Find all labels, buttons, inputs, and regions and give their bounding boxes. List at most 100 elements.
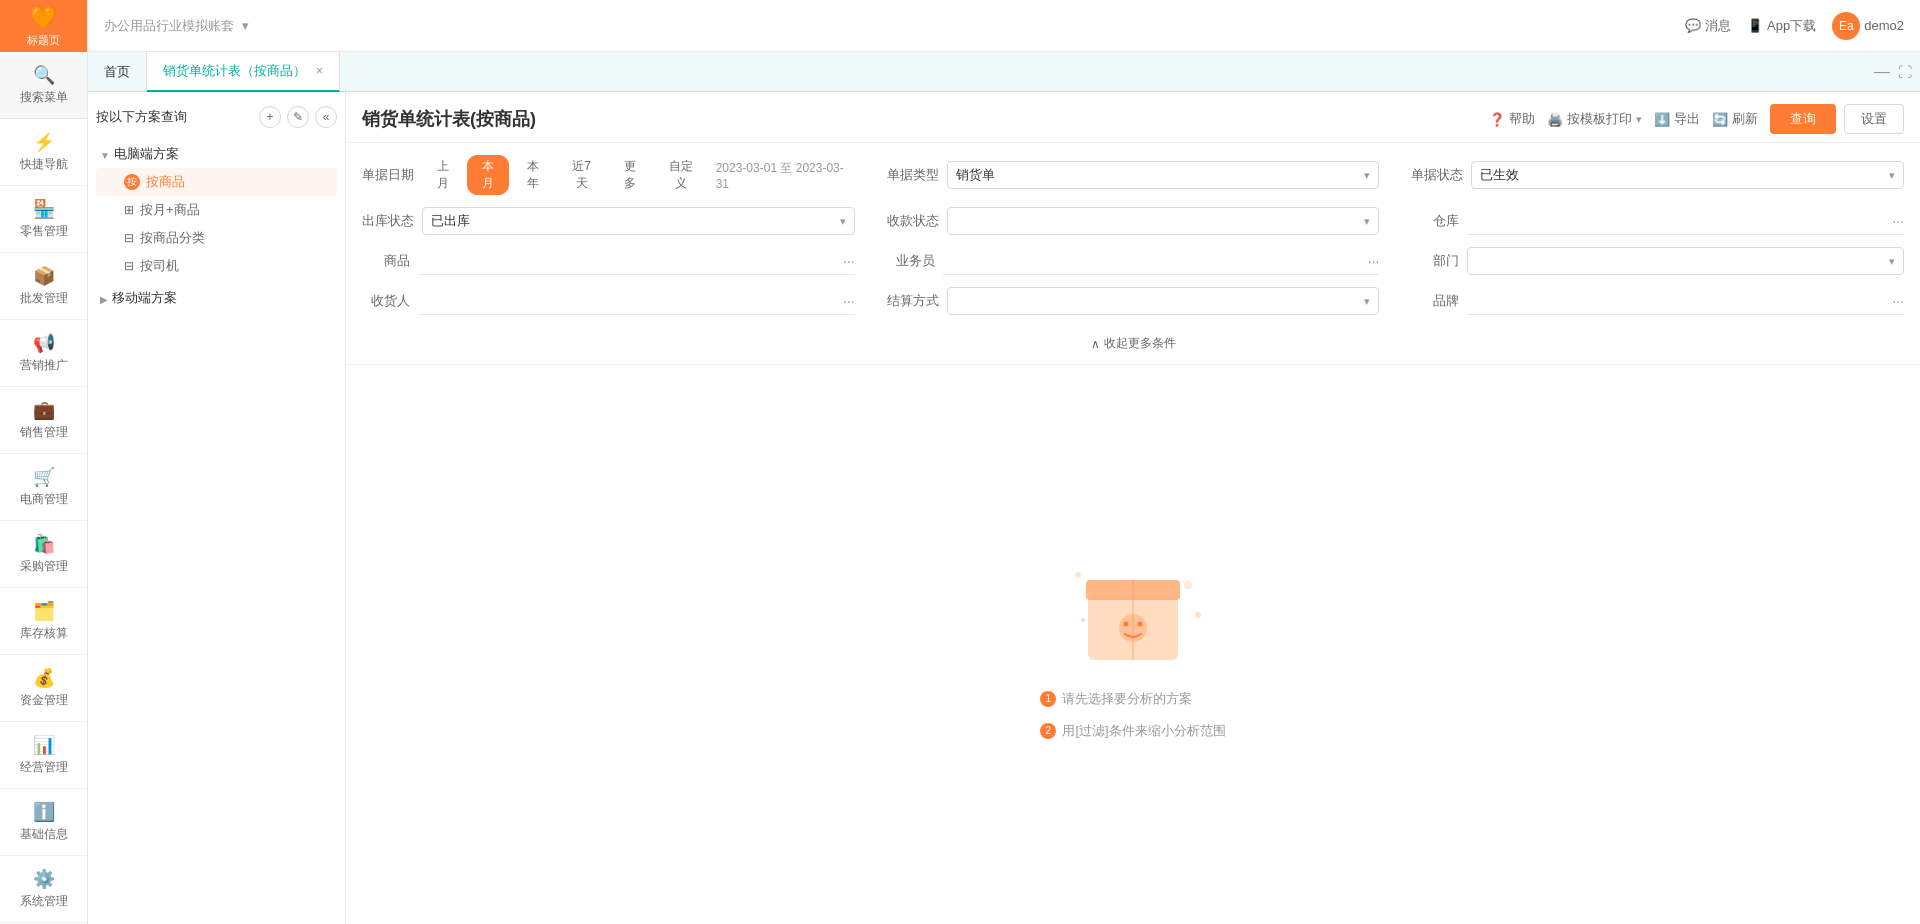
tab-home-label: 首页 xyxy=(104,63,130,81)
date-btns: 上月 本月 本年 近7天 更多 自定义 xyxy=(422,155,708,195)
right-panel: 销货单统计表(按商品) ❓ 帮助 🖨️ 按模板打印 ▾ ⬇️ 导出 xyxy=(346,92,1920,924)
warehouse-control[interactable]: ··· xyxy=(1467,207,1904,235)
left-panel-actions: + ✎ « xyxy=(259,106,337,128)
help-btn[interactable]: ❓ 帮助 xyxy=(1489,110,1535,128)
collapse-panel-btn[interactable]: « xyxy=(315,106,337,128)
page-header: 销货单统计表(按商品) ❓ 帮助 🖨️ 按模板打印 ▾ ⬇️ 导出 xyxy=(346,92,1920,143)
date-btn-7days[interactable]: 近7天 xyxy=(558,155,606,195)
user-avatar: Ea xyxy=(1832,12,1860,40)
sidebar-item-search[interactable]: 🔍 搜索菜单 xyxy=(0,52,87,119)
sidebar-item-system[interactable]: ⚙️ 系统管理 xyxy=(0,856,87,923)
department-control[interactable]: ▾ xyxy=(1467,247,1904,275)
warehouse-status-value: 已出库 xyxy=(431,212,836,230)
date-btn-thisyear[interactable]: 本年 xyxy=(513,155,554,195)
payment-status-arrow: ▾ xyxy=(1364,215,1370,228)
empty-text-line2: 2 用[过滤]条件来缩小分析范围 xyxy=(1040,718,1225,744)
window-minimize-btn[interactable]: — xyxy=(1874,63,1890,81)
export-btn[interactable]: ⬇️ 导出 xyxy=(1654,110,1700,128)
svg-point-8 xyxy=(1081,618,1085,622)
doc-type-control[interactable]: 销货单 ▾ xyxy=(947,161,1380,189)
filter-row-2: 出库状态 已出库 ▾ 收款状态 ▾ xyxy=(362,207,1904,235)
date-btn-lastmonth[interactable]: 上月 xyxy=(422,155,463,195)
payment-status-control[interactable]: ▾ xyxy=(947,207,1380,235)
sidebar-item-retail[interactable]: 🏪 零售管理 xyxy=(0,186,87,253)
doc-status-control[interactable]: 已生效 ▾ xyxy=(1471,161,1904,189)
query-btn[interactable]: 查询 xyxy=(1770,104,1836,134)
scheme-group-mobile-header[interactable]: 移动端方案 xyxy=(96,284,337,312)
tab-home[interactable]: 首页 xyxy=(88,52,147,92)
logo-area: 🧡 标题页 xyxy=(0,0,87,52)
filter-payment-status: 收款状态 ▾ xyxy=(887,207,1380,235)
add-scheme-btn[interactable]: + xyxy=(259,106,281,128)
tab-close-btn[interactable]: × xyxy=(316,64,323,78)
sidebar-item-operations[interactable]: 📊 经营管理 xyxy=(0,722,87,789)
tab-sales-stats[interactable]: 销货单统计表（按商品） × xyxy=(147,52,340,92)
message-btn[interactable]: 💬 消息 xyxy=(1685,17,1731,35)
top-header: 办公用品行业模拟账套 ▾ 💬 消息 📱 App下载 Ea demo2 xyxy=(88,0,1920,52)
sidebar-inventory-label: 库存核算 xyxy=(20,625,68,642)
sidebar-item-sales[interactable]: 💼 销售管理 xyxy=(0,387,87,454)
app-download-btn[interactable]: 📱 App下载 xyxy=(1747,17,1816,35)
refresh-btn[interactable]: 🔄 刷新 xyxy=(1712,110,1758,128)
brand-control[interactable]: ··· xyxy=(1467,287,1904,315)
message-label: 消息 xyxy=(1705,17,1731,35)
department-label: 部门 xyxy=(1411,252,1467,270)
left-panel: 按以下方案查询 + ✎ « 电脑端方案 xyxy=(88,92,346,924)
header-dropdown-arrow[interactable]: ▾ xyxy=(242,18,249,33)
print-dropdown-arrow[interactable]: ▾ xyxy=(1636,113,1642,126)
scheme-group-mobile: 移动端方案 xyxy=(96,284,337,312)
scheme-item-by-goods[interactable]: 按 按商品 xyxy=(96,168,337,196)
filter-brand: 品牌 ··· xyxy=(1411,287,1904,315)
empty-line2: 用[过滤]条件来缩小分析范围 xyxy=(1062,718,1225,744)
consignee-control[interactable]: ··· xyxy=(418,287,855,315)
scheme-item-by-category[interactable]: ⊟ 按商品分类 xyxy=(96,224,337,252)
consignee-dots[interactable]: ··· xyxy=(843,293,855,309)
empty-text: 1 请先选择要分析的方案 2 用[过滤]条件来缩小分析范围 xyxy=(1040,686,1225,750)
settlement-control[interactable]: ▾ xyxy=(947,287,1380,315)
sidebar-item-inventory[interactable]: 🗂️ 库存核算 xyxy=(0,588,87,655)
sidebar-item-marketing[interactable]: 📢 营销推广 xyxy=(0,320,87,387)
group-expand-icon xyxy=(100,147,110,162)
brand-dots[interactable]: ··· xyxy=(1892,293,1904,309)
tab-bar: 首页 销货单统计表（按商品） × — ⛶ xyxy=(88,52,1920,92)
ecommerce-icon: 🛒 xyxy=(33,466,55,488)
basic-icon: ℹ️ xyxy=(33,801,55,823)
filter-department: 部门 ▾ xyxy=(1411,247,1904,275)
warehouse-dots[interactable]: ··· xyxy=(1892,213,1904,229)
window-maximize-btn[interactable]: ⛶ xyxy=(1898,64,1912,80)
filter-row-4: 收货人 ··· 结算方式 ▾ xyxy=(362,287,1904,315)
goods-dots[interactable]: ··· xyxy=(843,253,855,269)
filter-goods: 商品 ··· xyxy=(362,247,855,275)
search-icon: 🔍 xyxy=(33,64,55,86)
user-area[interactable]: Ea demo2 xyxy=(1832,12,1904,40)
sidebar-item-purchase[interactable]: 🛍️ 采购管理 xyxy=(0,521,87,588)
app-title: 办公用品行业模拟账套 xyxy=(104,17,234,35)
scheme-item-by-month-label: 按月+商品 xyxy=(140,201,200,219)
scheme-item-by-month-icon: ⊞ xyxy=(124,203,134,217)
warehouse-status-control[interactable]: 已出库 ▾ xyxy=(422,207,855,235)
sidebar-item-wholesale[interactable]: 📦 批发管理 xyxy=(0,253,87,320)
doc-status-value: 已生效 xyxy=(1480,166,1885,184)
collapse-more-btn[interactable]: ∧ 收起更多条件 xyxy=(1091,335,1176,352)
date-btn-more[interactable]: 更多 xyxy=(610,155,651,195)
settings-btn[interactable]: 设置 xyxy=(1844,104,1904,134)
doc-type-value: 销货单 xyxy=(956,166,1361,184)
filter-row-3: 商品 ··· 业务员 ··· xyxy=(362,247,1904,275)
scheme-group-pc-header[interactable]: 电脑端方案 xyxy=(96,140,337,168)
scheme-item-by-month-goods[interactable]: ⊞ 按月+商品 xyxy=(96,196,337,224)
salesperson-control[interactable]: ··· xyxy=(943,247,1380,275)
date-btn-custom[interactable]: 自定义 xyxy=(655,155,708,195)
edit-scheme-btn[interactable]: ✎ xyxy=(287,106,309,128)
scheme-item-by-cashier[interactable]: ⊟ 按司机 xyxy=(96,252,337,280)
sidebar-item-quicknav[interactable]: ⚡ 快捷导航 xyxy=(0,119,87,186)
salesperson-dots[interactable]: ··· xyxy=(1368,253,1380,269)
sidebar-item-basic[interactable]: ℹ️ 基础信息 xyxy=(0,789,87,856)
goods-control[interactable]: ··· xyxy=(418,247,855,275)
filter-consignee: 收货人 ··· xyxy=(362,287,855,315)
print-btn[interactable]: 🖨️ 按模板打印 ▾ xyxy=(1547,110,1642,128)
date-btn-thismonth[interactable]: 本月 xyxy=(467,155,508,195)
sidebar-item-finance[interactable]: 💰 资金管理 xyxy=(0,655,87,722)
scheme-item-by-category-icon: ⊟ xyxy=(124,231,134,245)
sidebar-item-ecommerce[interactable]: 🛒 电商管理 xyxy=(0,454,87,521)
empty-line1: 请先选择要分析的方案 xyxy=(1062,686,1192,712)
